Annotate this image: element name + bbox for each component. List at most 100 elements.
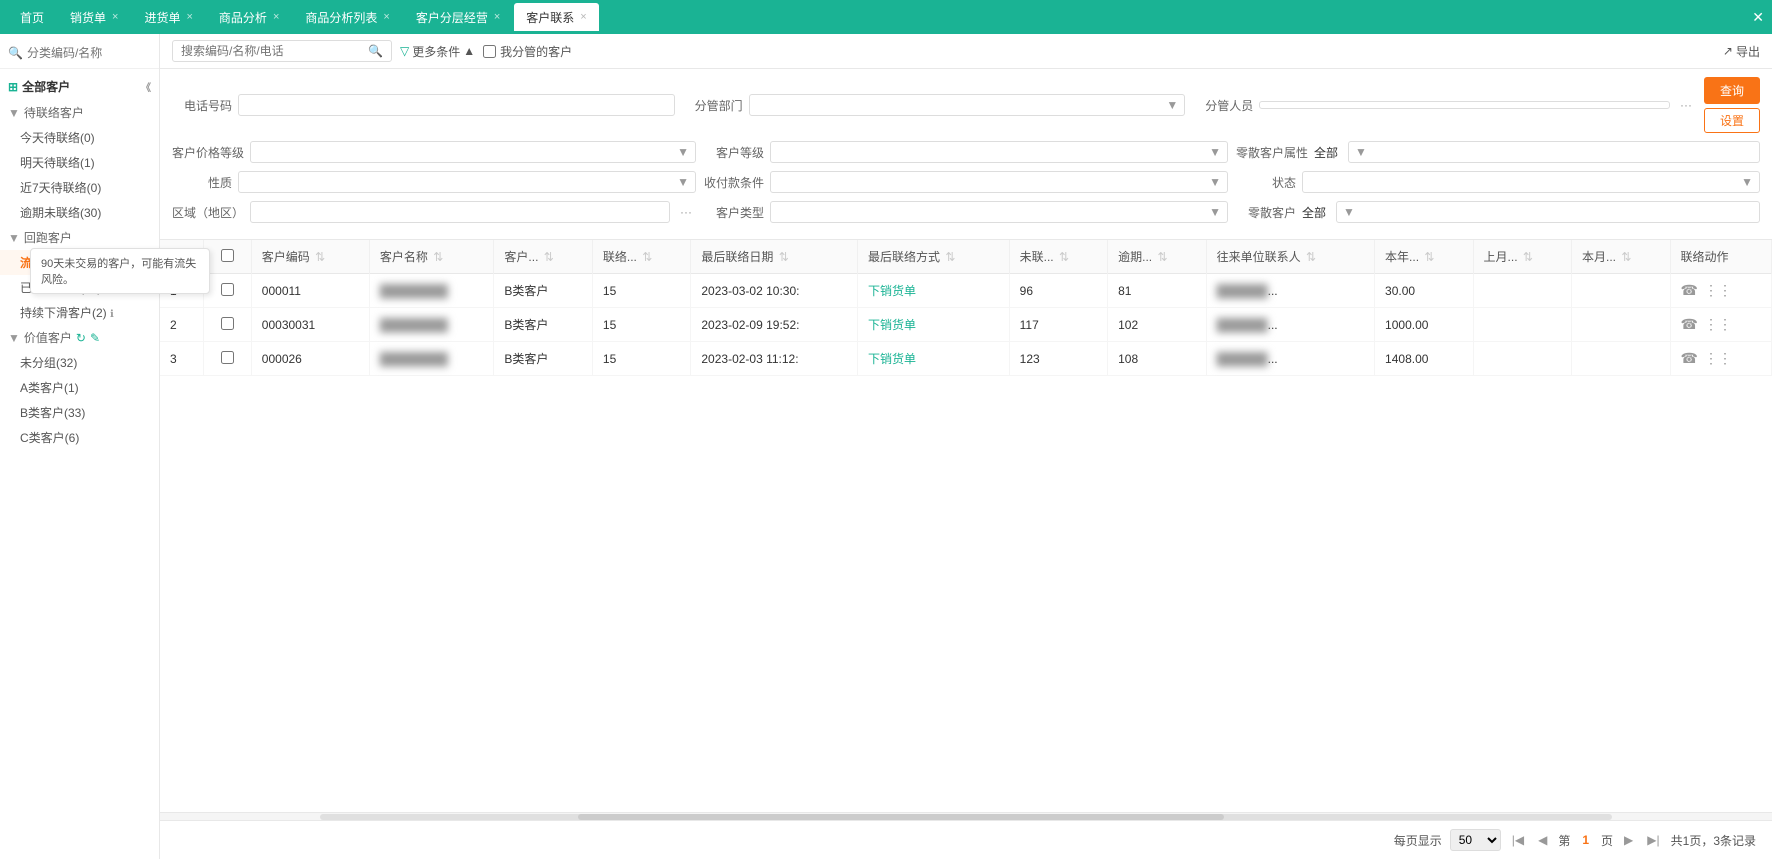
- this-month-sort-icon[interactable]: ⇅: [1621, 250, 1631, 264]
- refresh-icon[interactable]: ↻: [76, 331, 86, 345]
- sidebar-item-declining[interactable]: 持续下滑客户(2) ℹ: [0, 300, 159, 325]
- contact-sort-icon[interactable]: ⇅: [642, 250, 652, 264]
- select-all-checkbox[interactable]: [221, 249, 234, 262]
- per-page-select[interactable]: 50 100 200: [1450, 829, 1501, 851]
- sidebar-item-7days[interactable]: 近7天待联络(0): [0, 175, 159, 200]
- unlisted-sort-icon[interactable]: ⇅: [1059, 250, 1069, 264]
- scrollbar-thumb[interactable]: [578, 814, 1224, 820]
- row-name-2: ████████: [369, 342, 494, 376]
- th-name: 客户名称 ⇅: [369, 240, 494, 274]
- type-sort-icon[interactable]: ⇅: [544, 250, 554, 264]
- manager-more[interactable]: ···: [1676, 98, 1696, 112]
- payment-arrow: ▼: [1209, 175, 1221, 189]
- dept-select[interactable]: ▼: [749, 94, 1186, 116]
- sidebar-item-ungroup[interactable]: 未分组(32): [0, 350, 159, 375]
- row-last-method-2[interactable]: 下销货单: [857, 342, 1009, 376]
- row-unlisted-0: 96: [1009, 274, 1107, 308]
- prev-page-btn[interactable]: ◀: [1535, 833, 1550, 847]
- more-action-icon-1[interactable]: ⋮⋮: [1704, 316, 1732, 333]
- search-input[interactable]: [181, 44, 364, 58]
- region-more[interactable]: ···: [676, 205, 696, 219]
- row-checkbox-1[interactable]: [204, 308, 252, 342]
- zero-customer-select[interactable]: ▼: [1336, 201, 1760, 223]
- year-sort-icon[interactable]: ⇅: [1424, 250, 1434, 264]
- price-level-select[interactable]: ▼: [250, 141, 696, 163]
- row-last-method-1[interactable]: 下销货单: [857, 308, 1009, 342]
- status-select[interactable]: ▼: [1302, 171, 1760, 193]
- contact-method-link-2[interactable]: 下销货单: [868, 352, 916, 366]
- edit-icon[interactable]: ✎: [90, 331, 100, 345]
- tab-customer-contact[interactable]: 客户联系 ×: [514, 3, 598, 31]
- last-month-sort-icon[interactable]: ⇅: [1523, 250, 1533, 264]
- tab-analysis-list[interactable]: 商品分析列表 ×: [293, 3, 401, 31]
- tab-home[interactable]: 首页: [8, 3, 56, 31]
- row-last-method-0[interactable]: 下销货单: [857, 274, 1009, 308]
- tab-purchase-close[interactable]: ×: [186, 11, 192, 23]
- sidebar-item-tomorrow[interactable]: 明天待联络(1): [0, 150, 159, 175]
- contact-action-icon-1[interactable]: ☎: [1681, 316, 1698, 333]
- sidebar-section-churned[interactable]: ▼ 回跑客户: [0, 225, 159, 250]
- more-conditions-btn[interactable]: ▽ 更多条件 ▲: [400, 43, 475, 60]
- contact-method-link-1[interactable]: 下销货单: [868, 318, 916, 332]
- export-btn[interactable]: ↗ 导出: [1723, 43, 1760, 60]
- horizontal-scrollbar[interactable]: [160, 812, 1772, 820]
- tab-customer-contact-close[interactable]: ×: [580, 11, 586, 23]
- settings-button[interactable]: 设置: [1704, 108, 1760, 133]
- row-overdue-0: 81: [1108, 274, 1206, 308]
- customer-type-select[interactable]: ▼: [770, 201, 1228, 223]
- sidebar-search-area: 🔍: [0, 42, 159, 69]
- nature-select[interactable]: ▼: [238, 171, 696, 193]
- manager-select[interactable]: [1259, 101, 1670, 109]
- name-sort-icon[interactable]: ⇅: [433, 250, 443, 264]
- global-close-button[interactable]: ✕: [1752, 9, 1764, 26]
- more-action-icon-0[interactable]: ⋮⋮: [1704, 282, 1732, 299]
- contact-method-link-0[interactable]: 下销货单: [868, 284, 916, 298]
- dept-arrow: ▼: [1166, 98, 1178, 112]
- row-checkbox-0[interactable]: [204, 274, 252, 308]
- tab-analysis-close[interactable]: ×: [273, 11, 279, 23]
- scrollbar-track[interactable]: [320, 814, 1612, 820]
- first-page-btn[interactable]: |◀: [1509, 833, 1527, 847]
- payment-select[interactable]: ▼: [770, 171, 1228, 193]
- next-page-btn[interactable]: ▶: [1621, 833, 1636, 847]
- tab-sales-close[interactable]: ×: [112, 11, 118, 23]
- search-execute-icon[interactable]: 🔍: [368, 44, 383, 58]
- th-type: 客户... ⇅: [494, 240, 592, 274]
- contact-action-icon-2[interactable]: ☎: [1681, 350, 1698, 367]
- contacts-sort-icon[interactable]: ⇅: [1306, 250, 1316, 264]
- sidebar-all-customers[interactable]: ⊞ 全部客户 《: [0, 73, 159, 100]
- th-actions: 联络动作: [1670, 240, 1772, 274]
- customer-level-select[interactable]: ▼: [770, 141, 1228, 163]
- sidebar-item-class-a[interactable]: A类客户(1): [0, 375, 159, 400]
- sidebar-item-class-c[interactable]: C类客户(6): [0, 425, 159, 450]
- my-customers-checkbox[interactable]: [483, 45, 496, 58]
- tab-purchase[interactable]: 进货单 ×: [132, 3, 204, 31]
- phone-input[interactable]: [238, 94, 675, 116]
- date-sort-icon[interactable]: ⇅: [779, 250, 789, 264]
- method-sort-icon[interactable]: ⇅: [945, 250, 955, 264]
- sidebar-section-value[interactable]: ▼ 价值客户 ↻ ✎: [0, 325, 159, 350]
- region-input[interactable]: [250, 201, 670, 223]
- row-checkbox-2[interactable]: [204, 342, 252, 376]
- filter-panel: 电话号码 分管部门 ▼ 分管人员 ···: [160, 69, 1772, 240]
- tab-analysis-list-close[interactable]: ×: [383, 11, 389, 23]
- tab-customer-layer[interactable]: 客户分层经营 ×: [404, 3, 512, 31]
- query-button[interactable]: 查询: [1704, 77, 1760, 104]
- last-page-btn[interactable]: ▶|: [1644, 833, 1662, 847]
- overdue-sort-icon[interactable]: ⇅: [1157, 250, 1167, 264]
- code-sort-icon[interactable]: ⇅: [315, 250, 325, 264]
- sidebar-item-overdue[interactable]: 逾期未联络(30): [0, 200, 159, 225]
- zero-attr-select[interactable]: ▼: [1348, 141, 1760, 163]
- th-checkbox[interactable]: [204, 240, 252, 274]
- tab-customer-layer-close[interactable]: ×: [494, 11, 500, 23]
- sidebar-item-today[interactable]: 今天待联络(0): [0, 125, 159, 150]
- my-customers-checkbox-area[interactable]: 我分管的客户: [483, 43, 572, 60]
- tab-sales[interactable]: 销货单 ×: [58, 3, 130, 31]
- customer-type-arrow: ▼: [1209, 205, 1221, 219]
- sidebar-section-pending[interactable]: ▼ 待联络客户: [0, 100, 159, 125]
- sidebar-search-input[interactable]: [27, 46, 151, 60]
- tab-analysis[interactable]: 商品分析 ×: [207, 3, 291, 31]
- contact-action-icon-0[interactable]: ☎: [1681, 282, 1698, 299]
- sidebar-item-class-b[interactable]: B类客户(33): [0, 400, 159, 425]
- more-action-icon-2[interactable]: ⋮⋮: [1704, 350, 1732, 367]
